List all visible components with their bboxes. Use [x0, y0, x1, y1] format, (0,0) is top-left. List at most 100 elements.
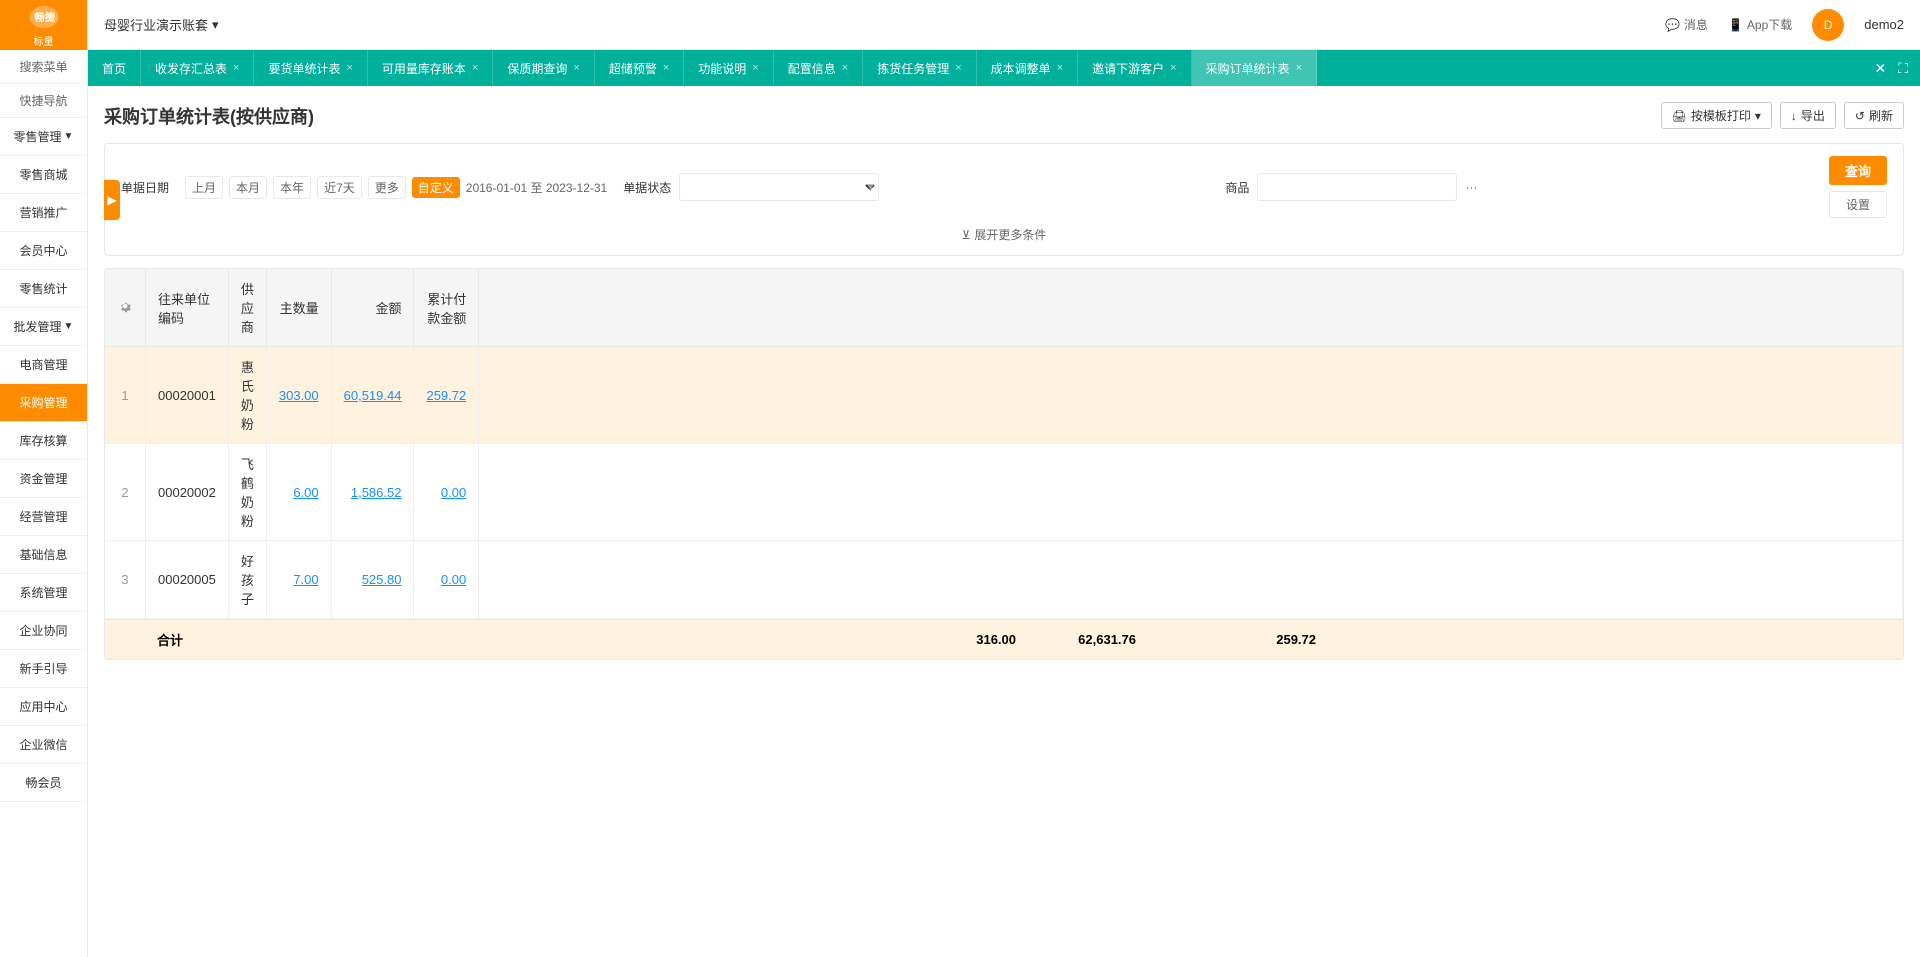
tab-close-icon[interactable]: ×: [663, 62, 669, 74]
table-cell-4[interactable]: 525.80: [331, 541, 414, 619]
tab-close-icon[interactable]: ×: [346, 62, 352, 74]
status-select[interactable]: [679, 173, 879, 201]
goods-input[interactable]: [1257, 173, 1457, 201]
table-cell-2: 飞鹤奶粉: [228, 444, 266, 541]
search-menu[interactable]: 搜索菜单: [0, 50, 87, 84]
tab-保质期查询[interactable]: 保质期查询×: [493, 50, 594, 86]
status-label: 单据状态: [623, 179, 671, 196]
table-cell-4[interactable]: 60,519.44: [331, 347, 414, 444]
sidebar-item-会员中心[interactable]: 会员中心: [0, 232, 87, 270]
table-cell-4[interactable]: 1,586.52: [331, 444, 414, 541]
query-btn-area: 查询 设置: [1829, 156, 1887, 218]
sidebar-item-采购管理[interactable]: 采购管理: [0, 384, 87, 422]
settings-btn[interactable]: 设置: [1829, 191, 1887, 218]
sidebar-item-零售管理[interactable]: 零售管理▼: [0, 118, 87, 156]
goods-more-btn[interactable]: ···: [1465, 180, 1477, 194]
refresh-btn[interactable]: ↺ 刷新: [1844, 102, 1904, 129]
tab-close-icon[interactable]: ×: [955, 62, 961, 74]
date-7days-btn[interactable]: 近7天: [317, 176, 362, 199]
tab-拣货任务管理[interactable]: 拣货任务管理 ×: [863, 50, 976, 86]
date-filter-label: 单据日期: [121, 179, 169, 196]
date-this-month-btn[interactable]: 本月: [229, 176, 267, 199]
tab-采购订单统计表[interactable]: 采购订单统计表×: [1192, 50, 1317, 86]
topbar: 母婴行业演示账套 ▾ 💬 消息 📱 App下载 D demo2: [88, 0, 1920, 50]
account-dropdown[interactable]: 母婴行业演示账套 ▾: [104, 15, 219, 34]
tab-收发存汇总表[interactable]: 收发存汇总表×: [141, 50, 254, 86]
table-cell-6: [479, 444, 1903, 541]
query-btn[interactable]: 查询: [1829, 156, 1887, 185]
sidebar-item-电商管理[interactable]: 电商管理: [0, 346, 87, 384]
tab-要货单统计表[interactable]: 要货单统计表×: [254, 50, 367, 86]
tab-首页[interactable]: 首页: [88, 50, 141, 86]
print-dropdown-icon: ▾: [1755, 109, 1761, 123]
col-settings[interactable]: [105, 269, 146, 347]
table-cell-3[interactable]: 7.00: [266, 541, 331, 619]
avatar[interactable]: D: [1812, 9, 1844, 41]
tab-成本调整单[interactable]: 成本调整单×: [977, 50, 1078, 86]
table-cell-2: 好孩子: [228, 541, 266, 619]
tab-close-icon[interactable]: ×: [472, 62, 478, 74]
sidebar-item-批发管理[interactable]: 批发管理▼: [0, 308, 87, 346]
tab-功能说明[interactable]: 功能说明×: [684, 50, 773, 86]
tab-close-icon[interactable]: ×: [233, 62, 239, 74]
sidebar-item-新手引导[interactable]: 新手引导: [0, 650, 87, 688]
shortcut-nav[interactable]: 快捷导航: [0, 84, 87, 118]
date-custom-badge[interactable]: 自定义: [412, 177, 460, 198]
tab-label: 拣货任务管理: [877, 60, 949, 77]
filter-goods: 商品 ···: [1225, 173, 1477, 201]
date-last-month-btn[interactable]: 上月: [185, 176, 223, 199]
sidebar-item-营销推广[interactable]: 营销推广: [0, 194, 87, 232]
sidebar-item-基础信息[interactable]: 基础信息: [0, 536, 87, 574]
filter-toggle-btn[interactable]: ▶: [104, 180, 120, 220]
app-download-label: App下载: [1747, 16, 1792, 33]
table-row[interactable]: 100020001惠氏奶粉303.0060,519.44259.72: [105, 347, 1903, 444]
print-btn[interactable]: 🖨 按模板打印 ▾: [1661, 102, 1772, 129]
tab-配置信息[interactable]: 配置信息×: [774, 50, 863, 86]
tab-close-icon[interactable]: ×: [1170, 62, 1176, 74]
table-cell-0: 3: [105, 541, 146, 619]
col-code-header: 往来单位编码: [146, 269, 229, 347]
tab-超储预警[interactable]: 超储预警×: [595, 50, 684, 86]
sidebar-item-系统管理[interactable]: 系统管理: [0, 574, 87, 612]
topbar-left: 母婴行业演示账套 ▾: [104, 15, 219, 34]
tab-close-icon[interactable]: ×: [842, 62, 848, 74]
table-cell-5[interactable]: 259.72: [414, 347, 479, 444]
tab-close-icon[interactable]: ×: [573, 62, 579, 74]
table-cell-3[interactable]: 6.00: [266, 444, 331, 541]
tab-邀请下游客户[interactable]: 邀请下游客户 ×: [1078, 50, 1191, 86]
table-cell-5[interactable]: 0.00: [414, 541, 479, 619]
table-cell-5[interactable]: 0.00: [414, 444, 479, 541]
username[interactable]: demo2: [1864, 17, 1904, 32]
close-tab-btn[interactable]: ✕: [1870, 58, 1890, 79]
sidebar-item-经营管理[interactable]: 经营管理: [0, 498, 87, 536]
tab-label: 可用量库存账本: [382, 60, 466, 77]
tab-label: 邀请下游客户: [1092, 60, 1164, 77]
sidebar-item-应用中心[interactable]: 应用中心: [0, 688, 87, 726]
table-row[interactable]: 300020005好孩子7.00525.800.00: [105, 541, 1903, 619]
tab-close-icon[interactable]: ×: [752, 62, 758, 74]
maximize-btn[interactable]: ⛶: [1894, 58, 1912, 79]
sidebar-logo[interactable]: 畅捷 标量: [0, 0, 87, 50]
table-cell-3[interactable]: 303.00: [266, 347, 331, 444]
tab-可用量库存账本[interactable]: 可用量库存账本 ×: [368, 50, 493, 86]
sidebar-item-零售统计[interactable]: 零售统计: [0, 270, 87, 308]
tab-label: 首页: [102, 60, 126, 77]
expand-more-btn[interactable]: ⊻ 展开更多条件: [121, 226, 1887, 243]
sidebar-item-企业微信[interactable]: 企业微信: [0, 726, 87, 764]
table-row[interactable]: 200020002飞鹤奶粉6.001,586.520.00: [105, 444, 1903, 541]
sidebar-item-企业协同[interactable]: 企业协同: [0, 612, 87, 650]
sidebar-item-库存核算[interactable]: 库存核算: [0, 422, 87, 460]
app-download-btn[interactable]: 📱 App下载: [1728, 16, 1792, 33]
sidebar-item-畅会员[interactable]: 畅会员: [0, 764, 87, 802]
message-btn[interactable]: 💬 消息: [1665, 16, 1708, 33]
date-more-btn[interactable]: 更多: [368, 176, 406, 199]
date-this-year-btn[interactable]: 本年: [273, 176, 311, 199]
footer-label: 合计: [117, 630, 397, 649]
tab-close-icon[interactable]: ×: [1296, 62, 1302, 74]
export-btn[interactable]: ↓ 导出: [1780, 102, 1836, 129]
data-table: 往来单位编码 供应商 主数量 金额 累计付款金额 100020001惠氏奶粉30…: [105, 269, 1903, 619]
tab-close-icon[interactable]: ×: [1057, 62, 1063, 74]
sidebar-item-零售商城[interactable]: 零售商城: [0, 156, 87, 194]
page-header: 采购订单统计表(按供应商) 🖨 按模板打印 ▾ ↓ 导出 ↺ 刷新: [104, 102, 1904, 129]
sidebar-item-资金管理[interactable]: 资金管理: [0, 460, 87, 498]
